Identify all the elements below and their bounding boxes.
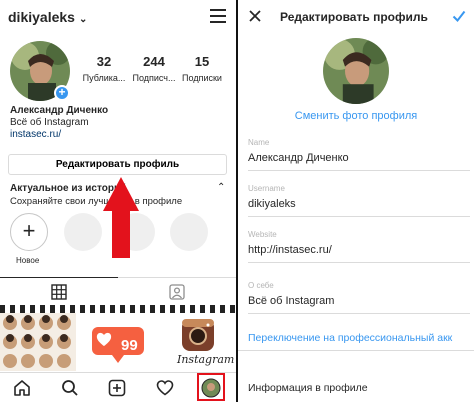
highlight-placeholder (170, 213, 208, 251)
highlights-subtitle: Сохраняйте свои лучшие ... в профиле (10, 196, 183, 207)
instagram-wordmark: Instagram (177, 353, 235, 366)
switch-to-professional-link[interactable]: Переключение на профессиональный акк (248, 332, 452, 344)
grid-icon (51, 283, 67, 300)
username-switcher[interactable]: dikiyaleks ⌄ (8, 9, 87, 25)
field-underline (248, 170, 470, 171)
search-icon[interactable] (60, 378, 80, 398)
edit-avatar[interactable] (323, 38, 389, 104)
new-highlight-label: Новое (16, 256, 40, 265)
edit-profile-title: Редактировать профиль (280, 10, 428, 24)
username-field[interactable]: dikiyaleks (248, 198, 296, 210)
posts-grid: 99 Instagram (0, 305, 236, 373)
edit-profile-screen: Редактировать профиль Сменить фото профи… (238, 0, 474, 402)
profile-avatar[interactable]: + (10, 41, 70, 101)
website-field-label: Website (248, 230, 277, 239)
notification-count-badge: 99 (121, 337, 138, 354)
profile-header: dikiyaleks ⌄ (0, 0, 236, 34)
change-photo-link[interactable]: Сменить фото профиля (238, 110, 474, 122)
profile-screen: dikiyaleks ⌄ + 32 Публика... 244 Подписч.… (0, 0, 236, 402)
edit-profile-button[interactable]: Редактировать профиль (8, 154, 227, 175)
bio-field[interactable]: Всё об Instagram (248, 295, 334, 307)
chevron-up-icon[interactable]: ⌃ (217, 182, 225, 193)
heart-icon[interactable] (155, 378, 175, 398)
name-field-label: Name (248, 138, 270, 147)
tab-tagged[interactable] (118, 278, 236, 306)
post-thumbnail[interactable]: Instagram (160, 313, 236, 371)
section-divider (238, 350, 474, 351)
highlight-placeholder (64, 213, 102, 251)
new-highlight-button[interactable]: + (10, 213, 48, 251)
website-field[interactable]: http://instasec.ru/ (248, 244, 332, 256)
menu-icon[interactable] (210, 9, 226, 23)
post-thumbnail[interactable] (0, 313, 76, 371)
profile-link[interactable]: instasec.ru/ (10, 129, 61, 140)
add-icon[interactable] (107, 378, 127, 398)
stat-following-count: 15 (194, 54, 210, 69)
add-story-icon[interactable]: + (54, 85, 70, 101)
stat-following-label: Подписки (182, 73, 222, 83)
edit-profile-header: Редактировать профиль (238, 0, 474, 34)
chevron-down-icon: ⌄ (78, 14, 88, 25)
username-field-label: Username (248, 184, 285, 193)
home-icon[interactable] (12, 378, 32, 398)
bio-field-label: О себе (248, 281, 274, 290)
tagged-icon (169, 284, 185, 300)
field-underline (248, 313, 470, 314)
close-icon[interactable] (248, 9, 262, 23)
checkmark-icon[interactable] (452, 9, 466, 23)
username: dikiyaleks (8, 9, 75, 25)
profile-bio: Всё об Instagram (10, 117, 89, 128)
profile-info-item[interactable]: Информация в профиле (248, 382, 368, 394)
profile-name: Александр Диченко (10, 105, 109, 116)
stat-following[interactable]: 15 Подписки (172, 54, 232, 83)
name-field[interactable]: Александр Диченко (248, 152, 349, 164)
red-arrow-shaft (112, 210, 130, 258)
tab-grid[interactable] (0, 277, 118, 305)
active-tab-highlight (197, 373, 225, 401)
field-underline (248, 262, 470, 263)
red-arrow-icon (103, 177, 139, 211)
field-underline (248, 216, 470, 217)
profile-tabs (0, 277, 236, 305)
post-thumbnail[interactable]: 99 (80, 313, 156, 371)
